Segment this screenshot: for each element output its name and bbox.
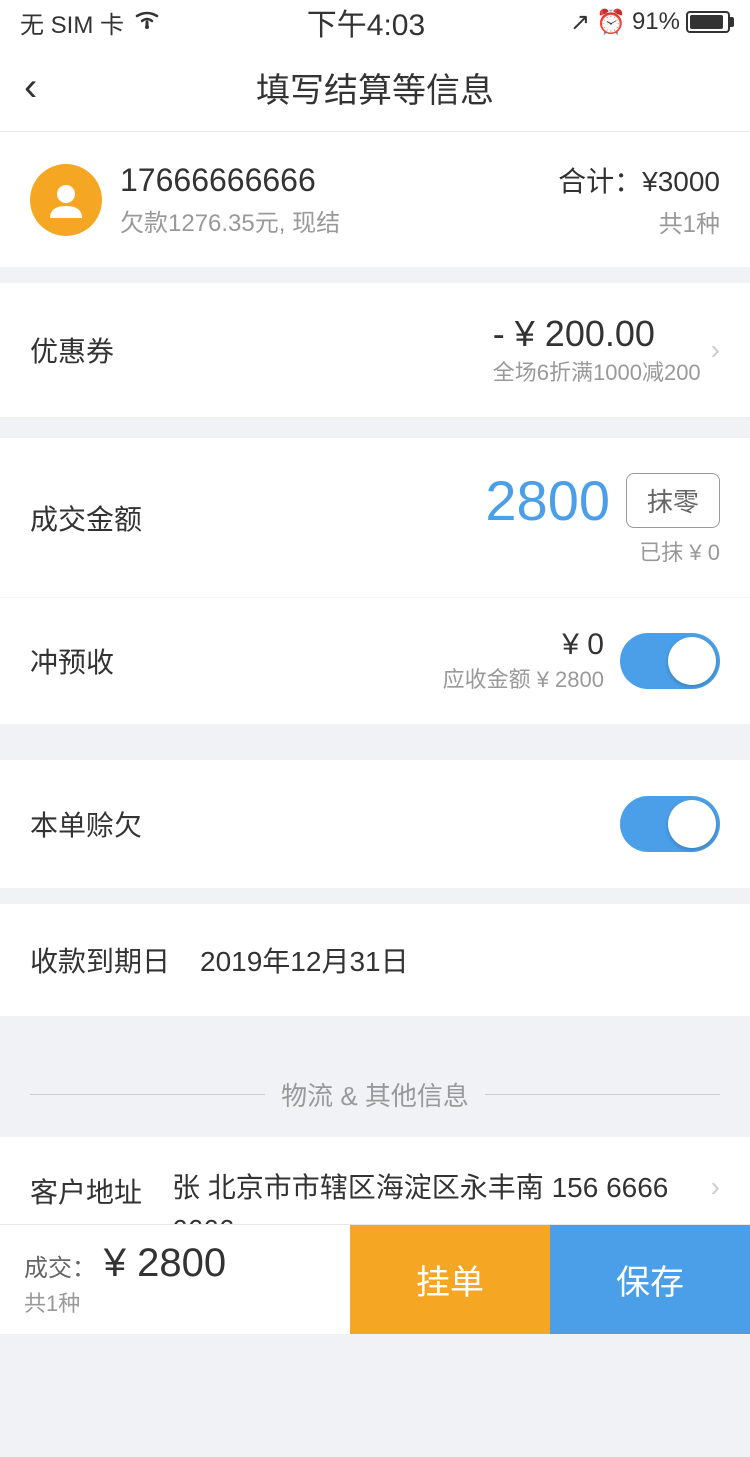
divider-3 [0,1032,750,1052]
debt-row: 本单赊欠 [0,760,750,888]
address-label: 客户地址 [30,1167,142,1211]
prepay-sub: 应收金额 ¥ 2800 [443,662,604,694]
prepay-amount: ¥ 0 应收金额 ¥ 2800 [443,628,604,694]
page-title: 填写结算等信息 [256,63,494,112]
prepay-label: 冲预收 [30,641,114,681]
customer-left: 17666666666 欠款1276.35元, 现结 [30,162,340,238]
duedate-section: 收款到期日 2019年12月31日 [0,904,750,1016]
coupon-right: - ¥ 200.00 全场6折满1000减200 › [493,313,720,387]
amount-sub: 已抹 ¥ 0 [485,535,720,567]
bottom-summary: 成交： ¥ 2800 共1种 [0,1225,350,1334]
save-button[interactable]: 保存 [550,1225,750,1334]
battery-percent: 91% [632,8,680,36]
customer-info: 17666666666 欠款1276.35元, 现结 [120,162,340,238]
coupon-row[interactable]: 优惠券 - ¥ 200.00 全场6折满1000减200 › [0,283,750,418]
divider-2 [0,740,750,760]
nav-bar: ‹ 填写结算等信息 [0,44,750,132]
customer-phone: 17666666666 [120,162,340,199]
coupon-label: 优惠券 [30,330,114,370]
bottom-amount: ¥ 2800 [104,1241,226,1285]
duedate-row: 收款到期日 2019年12月31日 [0,904,750,1016]
coupon-discount: - ¥ 200.00 [493,313,701,355]
debt-label: 本单赊欠 [30,804,142,844]
pending-button[interactable]: 挂单 [350,1225,550,1334]
prepay-value: ¥ 0 [443,628,604,662]
coupon-sub: 全场6折满1000减200 [493,355,701,387]
coupon-values: - ¥ 200.00 全场6折满1000减200 [493,313,701,387]
toggle-knob [668,637,716,685]
logistics-header: 物流 & 其他信息 [0,1052,750,1137]
status-left: 无 SIM 卡 [20,5,162,40]
back-button[interactable]: ‹ [24,65,37,110]
status-bar: 无 SIM 卡 下午4:03 ↗ ⏰ 91% [0,0,750,44]
avatar [30,164,102,236]
duedate-label: 收款到期日 [30,940,170,980]
amount-right: 2800 抹零 [485,468,720,533]
amount-value: 2800 [485,468,610,533]
alarm-icon: ⏰ [596,8,626,37]
status-time: 下午4:03 [307,0,425,44]
battery-icon [686,11,730,33]
customer-right: 合计：¥3000 共1种 [558,160,720,239]
logistics-line-right [485,1094,720,1095]
total-count: 共1种 [558,204,720,239]
amount-label: 成交金额 [30,498,142,538]
prepay-toggle[interactable] [620,633,720,689]
wifi-icon [132,8,162,37]
duedate-value: 2019年12月31日 [200,940,409,980]
logistics-line-left [30,1094,265,1095]
amount-row: 成交金额 2800 抹零 已抹 ¥ 0 [0,438,750,598]
customer-sub: 欠款1276.35元, 现结 [120,203,340,238]
bottom-label-row: 成交： ¥ 2800 [24,1241,326,1286]
debt-toggle-knob [668,800,716,848]
debt-toggle[interactable] [620,796,720,852]
amount-right-group: 2800 抹零 已抹 ¥ 0 [485,468,720,567]
bottom-prefix: 成交： [24,1255,96,1282]
bottom-bar: 成交： ¥ 2800 共1种 挂单 保存 [0,1224,750,1334]
amount-section: 成交金额 2800 抹零 已抹 ¥ 0 冲预收 ¥ 0 应收金额 ¥ 2800 [0,438,750,724]
round-button[interactable]: 抹零 [626,473,720,528]
divider-1 [0,418,750,438]
prepay-right: ¥ 0 应收金额 ¥ 2800 [443,628,720,694]
carrier-text: 无 SIM 卡 [20,5,124,40]
logistics-title: 物流 & 其他信息 [281,1076,469,1113]
location-icon: ↗ [570,8,590,37]
status-right: ↗ ⏰ 91% [570,8,730,37]
chevron-right-icon: › [711,334,720,366]
total-amount: 合计：¥3000 [558,160,720,200]
address-chevron-icon: › [711,1167,720,1203]
bottom-count: 共1种 [24,1286,326,1318]
prepay-row: 冲预收 ¥ 0 应收金额 ¥ 2800 [0,598,750,724]
debt-section: 本单赊欠 [0,760,750,888]
customer-card: 17666666666 欠款1276.35元, 现结 合计：¥3000 共1种 [0,132,750,267]
